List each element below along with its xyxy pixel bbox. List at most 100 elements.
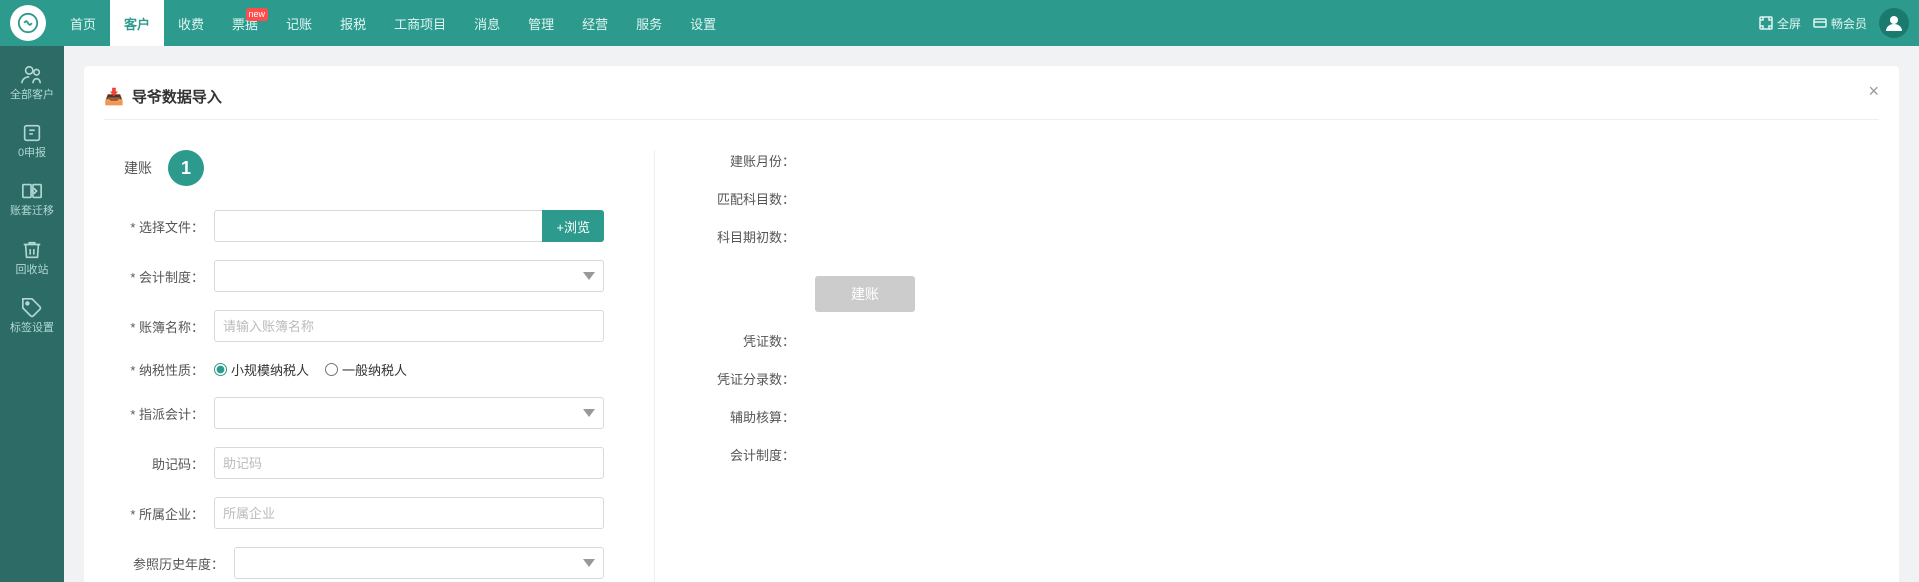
sidebar-item-label: 账套迁移 bbox=[10, 205, 54, 218]
sidebar-item-migrate[interactable]: 账套迁移 bbox=[2, 172, 62, 226]
voucher-count-label: 凭证数： bbox=[705, 331, 805, 350]
radio-small-scale[interactable]: 小规模纳税人 bbox=[214, 360, 309, 379]
build-month-row: 建账月份： bbox=[705, 150, 1025, 170]
tax-type-row: * 纳税性质： 小规模纳税人 一般纳税人 bbox=[124, 360, 604, 379]
app-logo bbox=[10, 5, 46, 41]
nav-bookkeeping[interactable]: 记账 bbox=[272, 0, 326, 46]
sidebar-item-trash[interactable]: 回收站 bbox=[2, 231, 62, 285]
ref-year-row: 参照历史年度： bbox=[124, 547, 604, 579]
match-subjects-row: 匹配科目数： bbox=[705, 188, 1025, 208]
form-right: 建账月份： 匹配科目数： 科目期初数： 建账 bbox=[705, 150, 1025, 582]
tax-type-label: * 纳税性质： bbox=[124, 360, 214, 379]
aux-accounting-row: 辅助核算： bbox=[705, 406, 1025, 426]
step-circle: 1 bbox=[168, 150, 204, 186]
voucher-entries-label: 凭证分录数： bbox=[705, 369, 805, 388]
sidebar-item-label: 标签设置 bbox=[10, 322, 54, 335]
memo-code-label: 助记码： bbox=[124, 454, 214, 473]
main-content: 📥 导爷数据导入 × 建账 1 * 选择文件： bbox=[64, 46, 1919, 582]
radio-small-scale-input[interactable] bbox=[214, 363, 227, 376]
top-navigation: 首页 客户 收费 票据 new 记账 报税 工商项目 消息 管理 经营 服务 设… bbox=[0, 0, 1919, 46]
file-input-group: +浏览 bbox=[214, 210, 604, 242]
form-area: 建账 1 * 选择文件： +浏览 * 会计制度： bbox=[104, 140, 1879, 582]
assign-accountant-row: * 指派会计： bbox=[124, 397, 604, 429]
file-row: * 选择文件： +浏览 bbox=[124, 210, 604, 242]
company-input[interactable] bbox=[214, 497, 604, 529]
sidebar-item-all-clients[interactable]: 全部客户 bbox=[2, 56, 62, 110]
nav-clients[interactable]: 客户 bbox=[110, 0, 164, 46]
init-amount-row: 科目期初数： bbox=[705, 226, 1025, 246]
accounting-system-label: * 会计制度： bbox=[124, 267, 214, 286]
match-subjects-value bbox=[805, 188, 1025, 208]
build-month-label: 建账月份： bbox=[705, 151, 805, 170]
voucher-entries-row: 凭证分录数： bbox=[705, 368, 1025, 388]
nav-business-projects[interactable]: 工商项目 bbox=[380, 0, 460, 46]
voucher-count-value bbox=[805, 330, 1025, 350]
nav-tax[interactable]: 报税 bbox=[326, 0, 380, 46]
accounting-system-row: * 会计制度： bbox=[124, 260, 604, 292]
ref-year-label: 参照历史年度： bbox=[124, 554, 234, 573]
company-row: * 所属企业： bbox=[124, 497, 604, 529]
build-month-value bbox=[805, 150, 1025, 170]
company-label: * 所属企业： bbox=[124, 504, 214, 523]
accounting-system2-label: 会计制度： bbox=[705, 445, 805, 464]
assign-accountant-label: * 指派会计： bbox=[124, 404, 214, 423]
sidebar-item-tags[interactable]: 标签设置 bbox=[2, 289, 62, 343]
ledger-name-row: * 账簿名称： bbox=[124, 310, 604, 342]
user-avatar[interactable] bbox=[1879, 8, 1909, 38]
browse-button[interactable]: +浏览 bbox=[542, 210, 604, 242]
aux-accounting-label: 辅助核算： bbox=[705, 407, 805, 426]
radio-general-input[interactable] bbox=[325, 363, 338, 376]
build-btn-wrapper: 建账 bbox=[705, 276, 1025, 312]
vip-button[interactable]: 畅会员 bbox=[1813, 15, 1867, 32]
nav-items: 首页 客户 收费 票据 new 记账 报税 工商项目 消息 管理 经营 服务 设… bbox=[56, 0, 1759, 46]
sidebar-item-label: 0申报 bbox=[18, 147, 46, 160]
assign-accountant-select[interactable] bbox=[214, 397, 604, 429]
file-label: * 选择文件： bbox=[124, 217, 214, 236]
memo-code-row: 助记码： bbox=[124, 447, 604, 479]
sidebar: 全部客户 0申报 账套迁移 回收站 bbox=[0, 46, 64, 582]
radio-general-label: 一般纳税人 bbox=[342, 360, 407, 379]
memo-code-input[interactable] bbox=[214, 447, 604, 479]
fullscreen-button[interactable]: 全屏 bbox=[1759, 15, 1801, 32]
accounting-system2-row: 会计制度： bbox=[705, 444, 1025, 464]
radio-small-scale-label: 小规模纳税人 bbox=[231, 360, 309, 379]
close-button[interactable]: × bbox=[1868, 82, 1879, 100]
nav-home[interactable]: 首页 bbox=[56, 0, 110, 46]
form-left: 建账 1 * 选择文件： +浏览 * 会计制度： bbox=[124, 150, 604, 582]
voucher-count-row: 凭证数： bbox=[705, 330, 1025, 350]
main-layout: 全部客户 0申报 账套迁移 回收站 bbox=[0, 46, 1919, 582]
sidebar-item-label: 全部客户 bbox=[10, 89, 54, 102]
match-subjects-label: 匹配科目数： bbox=[705, 189, 805, 208]
ledger-name-label: * 账簿名称： bbox=[124, 317, 214, 336]
page-header: 📥 导爷数据导入 bbox=[104, 86, 1879, 120]
ledger-name-input[interactable] bbox=[214, 310, 604, 342]
accounting-system-select[interactable] bbox=[214, 260, 604, 292]
sidebar-item-zero-declare[interactable]: 0申报 bbox=[2, 114, 62, 168]
step-label: 建账 bbox=[124, 158, 152, 178]
new-badge: new bbox=[246, 8, 269, 21]
import-icon: 📥 bbox=[104, 87, 124, 107]
voucher-entries-value bbox=[805, 368, 1025, 388]
step-header: 建账 1 bbox=[124, 150, 604, 186]
page-title: 导爷数据导入 bbox=[132, 86, 222, 107]
build-account-button[interactable]: 建账 bbox=[815, 276, 915, 312]
file-input[interactable] bbox=[214, 210, 542, 242]
ref-year-select[interactable] bbox=[234, 547, 604, 579]
sidebar-item-label: 回收站 bbox=[16, 264, 49, 277]
radio-general[interactable]: 一般纳税人 bbox=[325, 360, 407, 379]
accounting-system2-value bbox=[805, 444, 1025, 464]
nav-management[interactable]: 管理 bbox=[514, 0, 568, 46]
nav-invoices[interactable]: 票据 new bbox=[218, 0, 272, 46]
nav-services[interactable]: 服务 bbox=[622, 0, 676, 46]
nav-messages[interactable]: 消息 bbox=[460, 0, 514, 46]
tax-type-radio-group: 小规模纳税人 一般纳税人 bbox=[214, 360, 407, 379]
nav-operations[interactable]: 经营 bbox=[568, 0, 622, 46]
page-wrapper: 📥 导爷数据导入 × 建账 1 * 选择文件： bbox=[84, 66, 1899, 582]
form-divider bbox=[654, 150, 655, 582]
aux-accounting-value bbox=[805, 406, 1025, 426]
nav-right-area: 全屏 畅会员 bbox=[1759, 8, 1909, 38]
nav-fees[interactable]: 收费 bbox=[164, 0, 218, 46]
nav-settings[interactable]: 设置 bbox=[676, 0, 730, 46]
init-amount-label: 科目期初数： bbox=[705, 227, 805, 246]
init-amount-value bbox=[805, 226, 1025, 246]
